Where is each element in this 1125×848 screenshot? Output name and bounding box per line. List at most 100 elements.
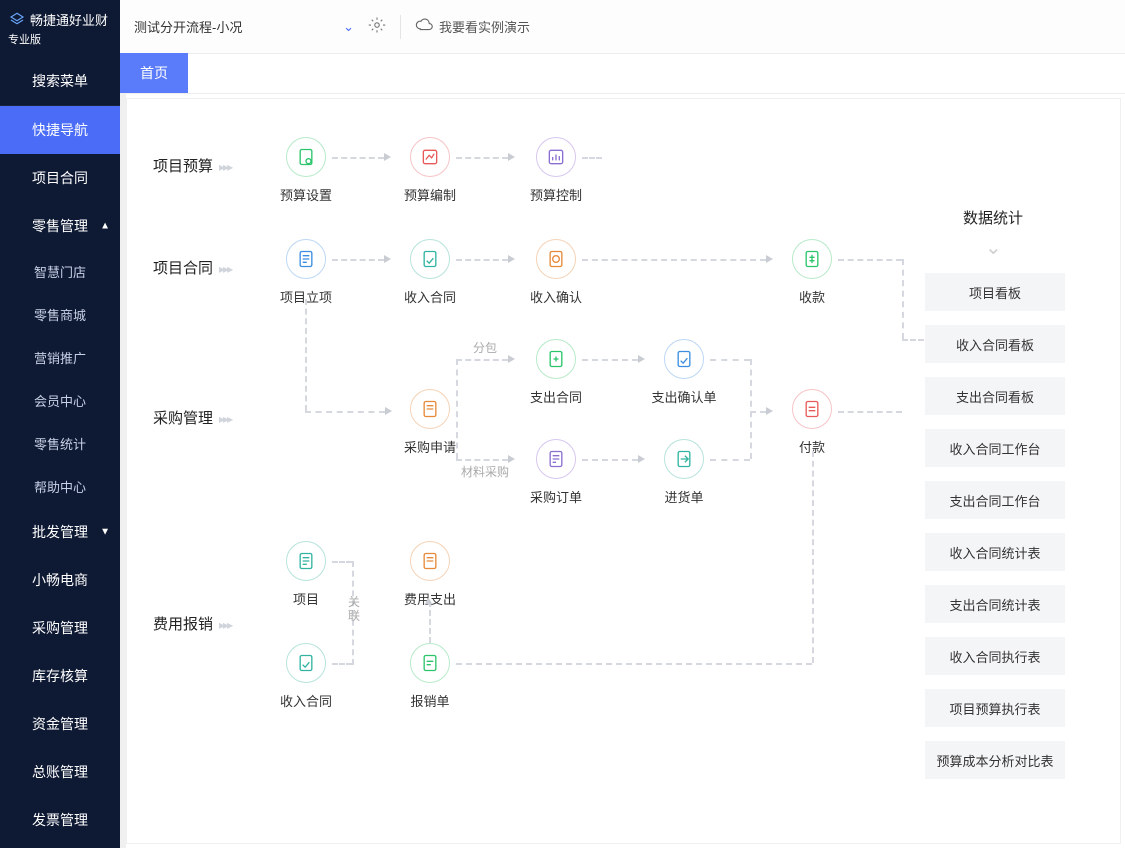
connector xyxy=(456,359,458,459)
brand-logo-icon xyxy=(8,11,26,29)
node-exp-confirm[interactable]: 支出确认单 xyxy=(639,339,729,406)
stat-btn-1[interactable]: 收入合同看板 xyxy=(925,325,1065,363)
node-exp-contract[interactable]: 支出合同 xyxy=(511,339,601,406)
tabs: 首页 xyxy=(120,54,1125,94)
arrow-right-icon xyxy=(384,255,391,263)
doc-icon xyxy=(286,239,326,279)
node-proj-init[interactable]: 项目立项 xyxy=(261,239,351,306)
doc-gear-icon xyxy=(286,137,326,177)
nav-retail-smart-store[interactable]: 智慧门店 xyxy=(0,250,120,293)
node-purchase-req[interactable]: 采购申请 xyxy=(385,389,475,456)
nav-tax[interactable]: 税务管理 xyxy=(0,844,120,848)
node-budget-make[interactable]: 预算编制 xyxy=(385,137,475,204)
stat-btn-2[interactable]: 支出合同看板 xyxy=(925,377,1065,415)
doc-expense-icon xyxy=(410,541,450,581)
doc-income-icon xyxy=(286,643,326,683)
stat-btn-8[interactable]: 项目预算执行表 xyxy=(925,689,1065,727)
doc-req-icon xyxy=(410,389,450,429)
connector xyxy=(456,157,508,159)
connector xyxy=(456,359,508,361)
node-income-contract[interactable]: 收入合同 xyxy=(385,239,475,306)
doc-project-icon xyxy=(286,541,326,581)
row-label-budget: 项目预算▸▸▸ xyxy=(153,155,231,176)
stat-btn-3[interactable]: 收入合同工作台 xyxy=(925,429,1065,467)
doc-out-icon xyxy=(536,339,576,379)
node-income-contract2[interactable]: 收入合同 xyxy=(261,643,351,710)
nav-quick[interactable]: 快捷导航 xyxy=(0,106,120,154)
brand-name: 畅捷通好业财 xyxy=(30,10,108,29)
stat-btn-9[interactable]: 预算成本分析对比表 xyxy=(925,741,1065,779)
demo-label: 我要看实例演示 xyxy=(439,17,530,36)
stat-btn-6[interactable]: 支出合同统计表 xyxy=(925,585,1065,623)
tab-home[interactable]: 首页 xyxy=(120,53,188,93)
doc-in-icon xyxy=(664,439,704,479)
nav-retail-stats[interactable]: 零售统计 xyxy=(0,422,120,465)
node-purchase-order[interactable]: 采购订单 xyxy=(511,439,601,506)
connector xyxy=(838,259,902,261)
sidebar-search[interactable]: 搜索菜单 xyxy=(0,57,120,106)
arrow-right-icon xyxy=(766,407,773,415)
connector xyxy=(902,259,904,339)
nav-retail-marketing[interactable]: 营销推广 xyxy=(0,336,120,379)
arrow-right-icon xyxy=(385,407,392,415)
nav-project-contract[interactable]: 项目合同 xyxy=(0,154,120,202)
stat-btn-7[interactable]: 收入合同执行表 xyxy=(925,637,1065,675)
node-goods-in[interactable]: 进货单 xyxy=(639,439,729,506)
nav-purchase-mgmt[interactable]: 采购管理 xyxy=(0,604,120,652)
connector xyxy=(305,299,307,411)
doc-stamp-icon xyxy=(536,239,576,279)
nav-invoice[interactable]: 发票管理 xyxy=(0,796,120,844)
chevron-down-icon: ⌄ xyxy=(343,19,354,35)
row-label-purchase: 采购管理▸▸▸ xyxy=(153,407,231,428)
connector xyxy=(710,459,750,461)
nav-general-ledger[interactable]: 总账管理 xyxy=(0,748,120,796)
node-budget-set[interactable]: 预算设置 xyxy=(261,137,351,204)
connector xyxy=(429,601,431,643)
arrow-right-icon xyxy=(766,255,773,263)
doc-pay-icon xyxy=(792,389,832,429)
connector xyxy=(332,561,352,563)
stat-btn-4[interactable]: 支出合同工作台 xyxy=(925,481,1065,519)
stats-title: 数据统计 xyxy=(963,207,1023,228)
gear-icon[interactable] xyxy=(368,16,386,37)
doc-money-icon xyxy=(792,239,832,279)
nav-retail-member[interactable]: 会员中心 xyxy=(0,379,120,422)
nav-funds[interactable]: 资金管理 xyxy=(0,700,120,748)
node-receipt[interactable]: 收款 xyxy=(767,239,857,306)
node-reimburse[interactable]: 报销单 xyxy=(385,643,475,710)
arrow-right-icon xyxy=(508,355,515,363)
assoc-label: 关 联 xyxy=(348,595,360,623)
node-project[interactable]: 项目 xyxy=(261,541,351,608)
caret-up-icon: ▲ xyxy=(100,221,110,232)
doc-check-icon xyxy=(410,239,450,279)
doc-chart-icon xyxy=(410,137,450,177)
connector xyxy=(332,157,384,159)
nav-wholesale[interactable]: 批发管理 ▼ xyxy=(0,508,120,556)
cloud-icon xyxy=(415,16,433,37)
nav-retail-help[interactable]: 帮助中心 xyxy=(0,465,120,508)
stat-btn-5[interactable]: 收入合同统计表 xyxy=(925,533,1065,571)
brand-area: 畅捷通好业财 专业版 xyxy=(0,0,120,57)
demo-link[interactable]: 我要看实例演示 xyxy=(415,16,530,37)
connector xyxy=(456,259,508,261)
node-income-confirm[interactable]: 收入确认 xyxy=(511,239,601,306)
nav-ecommerce[interactable]: 小畅电商 xyxy=(0,556,120,604)
connector xyxy=(750,359,752,459)
chevron-down-icon: ⌄ xyxy=(985,235,1002,260)
connector xyxy=(582,157,602,159)
nav-inventory[interactable]: 库存核算 xyxy=(0,652,120,700)
connector xyxy=(582,259,766,261)
connector xyxy=(710,359,750,361)
connector xyxy=(582,459,638,461)
node-budget-ctrl[interactable]: 预算控制 xyxy=(511,137,601,204)
node-payment[interactable]: 付款 xyxy=(767,389,857,456)
org-selector[interactable]: 测试分开流程-小况 ⌄ xyxy=(134,17,354,36)
arrow-right-icon xyxy=(508,455,515,463)
nav-retail-mall[interactable]: 零售商城 xyxy=(0,293,120,336)
flow-canvas: 项目预算▸▸▸ 项目合同▸▸▸ 采购管理▸▸▸ 费用报销▸▸▸ 预算设置 预算编… xyxy=(127,99,1120,843)
brand-edition: 专业版 xyxy=(8,31,41,47)
stat-btn-0[interactable]: 项目看板 xyxy=(925,273,1065,311)
arrow-right-icon xyxy=(508,153,515,161)
connector xyxy=(456,459,508,461)
nav-retail[interactable]: 零售管理 ▲ xyxy=(0,202,120,250)
